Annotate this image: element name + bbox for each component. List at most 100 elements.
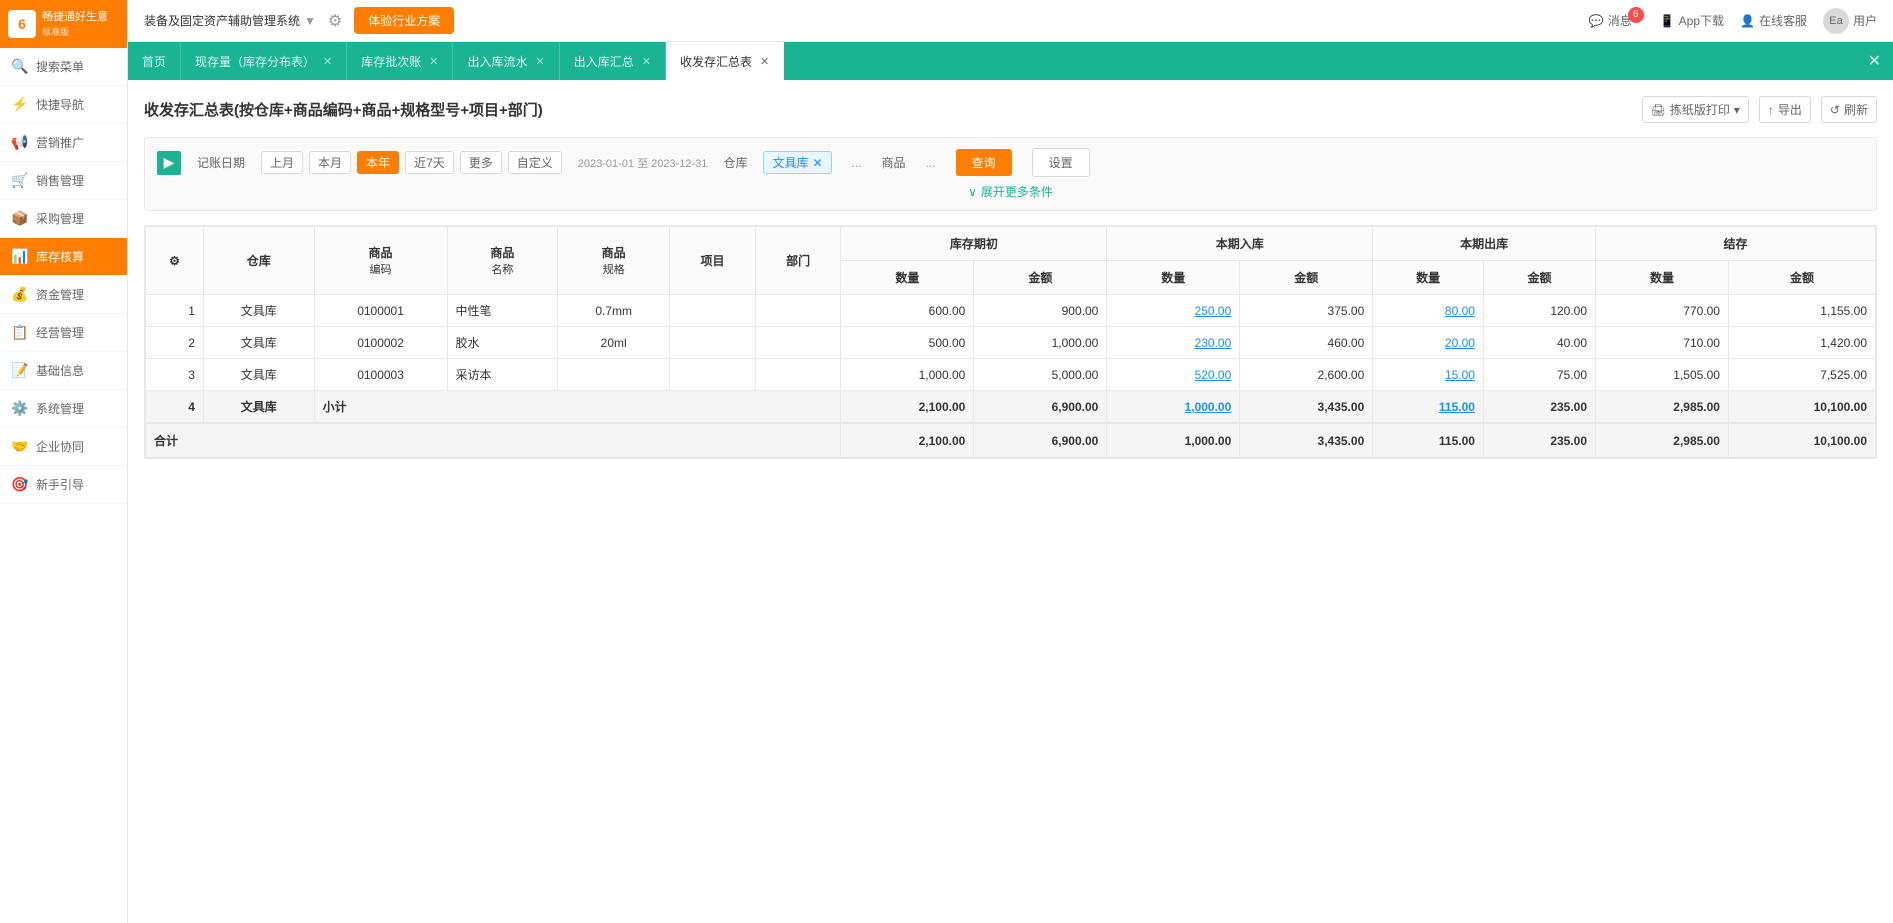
td-subtotal-no: 4 [146,391,204,424]
td-in-qty[interactable]: 230.00 [1107,327,1240,359]
td-subtotal-warehouse: 文具库 [203,391,314,424]
sidebar-item-inventory[interactable]: 📊 库存核算 [0,238,127,276]
td-spec [558,359,670,391]
messages-btn[interactable]: 💬 消息 6 [1589,12,1644,29]
goods-ellipsis[interactable]: ... [922,156,940,170]
td-total-label: 合计 [146,423,841,458]
total-row: 合计 2,100.00 6,900.00 1,000.00 3,435.00 1… [146,423,1876,458]
warehouse-tag-close[interactable]: ✕ [812,156,822,170]
sidebar-item-quick-nav[interactable]: ⚡ 快捷导航 [0,86,127,124]
td-out-qty[interactable]: 15.00 [1373,359,1484,391]
system-title[interactable]: 装备及固定资产辅助管理系统 ▼ [144,12,316,29]
tab-home[interactable]: 首页 [128,42,181,80]
td-out-qty[interactable]: 80.00 [1373,295,1484,327]
sidebar-item-sales[interactable]: 🛒 销售管理 [0,162,127,200]
trial-btn[interactable]: 体验行业方案 [354,7,454,34]
date-btn-7days[interactable]: 近7天 [405,151,454,174]
sidebar-item-finance[interactable]: 💰 资金管理 [0,276,127,314]
settings-icon[interactable]: ⚙ [169,254,180,268]
table-footer: 合计 2,100.00 6,900.00 1,000.00 3,435.00 1… [146,423,1876,458]
date-btn-last-month[interactable]: 上月 [261,151,303,174]
sidebar-item-marketing[interactable]: 📢 营销推广 [0,124,127,162]
warehouse-tag[interactable]: 文具库 ✕ [763,151,831,174]
sidebar-item-search[interactable]: 🔍 搜索菜单 [0,48,127,86]
td-balance-qty: 1,505.00 [1596,359,1729,391]
td-code: 0100002 [314,327,447,359]
td-out-amt: 120.00 [1483,295,1595,327]
th-balance-amt: 金额 [1728,261,1875,295]
print-btn[interactable]: 🖨 拣纸版打印 ▾ [1642,96,1749,123]
th-warehouse: 仓库 [203,227,314,295]
td-in-amt: 375.00 [1240,295,1373,327]
system-icon: ⚙️ [12,401,28,417]
filter-toggle-btn[interactable]: ▶ [157,151,181,175]
table-row: 3 文具库 0100003 采访本 1,000.00 5,000.00 520.… [146,359,1876,391]
td-dept [755,327,841,359]
sidebar-nav: 🔍 搜索菜单 ⚡ 快捷导航 📢 营销推广 🛒 销售管理 📦 采购管理 📊 [0,48,127,923]
warehouse-label: 仓库 [723,154,747,171]
main-content: 装备及固定资产辅助管理系统 ▼ ⚙ 体验行业方案 💬 消息 6 📱 App下载 … [128,0,1893,923]
tab-summary[interactable]: 出入库汇总 ✕ [560,42,666,80]
sidebar-item-label: 库存核算 [36,248,84,265]
sidebar-item-label: 快捷导航 [36,96,84,113]
tab-close-icon[interactable]: ✕ [642,55,651,68]
date-btn-custom[interactable]: 自定义 [508,151,562,174]
th-settings[interactable]: ⚙ [146,227,204,295]
td-in-qty[interactable]: 520.00 [1107,359,1240,391]
tab-close-icon[interactable]: ✕ [323,55,332,68]
chevron-down-icon: ∨ [968,185,977,199]
message-icon: 💬 [1589,14,1604,28]
online-service-btn[interactable]: 👤 在线客服 [1740,12,1807,29]
th-name: 商品名称 [447,227,558,295]
tab-batch[interactable]: 库存批次账 ✕ [347,42,453,80]
settings-gear-icon[interactable]: ⚙ [328,11,342,31]
td-total-out-amt: 235.00 [1483,423,1595,458]
data-table-container: ⚙ 仓库 商品编码 商品名称 商品规格 项目 部门 库存期初 本期入库 本期出 [144,225,1877,459]
td-project [670,359,756,391]
th-balance-qty: 数量 [1596,261,1729,295]
tab-close-icon[interactable]: ✕ [760,55,769,68]
date-btn-this-month[interactable]: 本月 [309,151,351,174]
td-subtotal-label: 小计 [314,391,841,424]
tab-close-icon[interactable]: ✕ [429,55,438,68]
setting-btn[interactable]: 设置 [1032,148,1090,177]
td-dept [755,295,841,327]
td-in-amt: 2,600.00 [1240,359,1373,391]
td-total-in-qty: 1,000.00 [1107,423,1240,458]
tab-bar-close-btn[interactable]: ✕ [1856,51,1893,71]
logo-icon: 6 [8,10,36,38]
tab-close-icon[interactable]: ✕ [536,55,545,68]
td-opening-qty: 500.00 [841,327,974,359]
query-btn[interactable]: 查询 [956,149,1012,176]
sidebar-item-purchase[interactable]: 📦 采购管理 [0,200,127,238]
td-total-opening-qty: 2,100.00 [841,423,974,458]
app-download-btn[interactable]: 📱 App下载 [1660,12,1724,29]
date-btn-this-year[interactable]: 本年 [357,151,399,174]
td-name: 采访本 [447,359,558,391]
td-balance-qty: 710.00 [1596,327,1729,359]
app-name: 畅捷通好生意 [42,10,108,24]
td-out-qty[interactable]: 20.00 [1373,327,1484,359]
tab-flow[interactable]: 出入库流水 ✕ [453,42,559,80]
td-subtotal-balance-qty: 2,985.00 [1596,391,1729,424]
th-spec: 商品规格 [558,227,670,295]
date-btn-more[interactable]: 更多 [460,151,502,174]
sidebar-item-guide[interactable]: 🎯 新手引导 [0,466,127,504]
export-btn[interactable]: ↑ 导出 [1759,96,1811,123]
sales-icon: 🛒 [12,173,28,189]
operations-icon: 📋 [12,325,28,341]
expand-filter-btn[interactable]: ∨ 展开更多条件 [157,183,1864,200]
warehouse-ellipsis[interactable]: ... [848,156,866,170]
sidebar-item-system[interactable]: ⚙️ 系统管理 [0,390,127,428]
user-menu[interactable]: Ea 用户 [1823,8,1877,34]
td-subtotal-opening-amt: 6,900.00 [974,391,1107,424]
sidebar-item-basic[interactable]: 📝 基础信息 [0,352,127,390]
refresh-btn[interactable]: ↺ 刷新 [1821,96,1877,123]
tab-receive-send[interactable]: 收发存汇总表 ✕ [666,42,784,80]
tab-inventory-dist[interactable]: 现存量（库存分布表） ✕ [181,42,347,80]
td-spec: 0.7mm [558,295,670,327]
th-out: 本期出库 [1373,227,1596,261]
td-in-qty[interactable]: 250.00 [1107,295,1240,327]
sidebar-item-operations[interactable]: 📋 经营管理 [0,314,127,352]
sidebar-item-enterprise[interactable]: 🤝 企业协同 [0,428,127,466]
